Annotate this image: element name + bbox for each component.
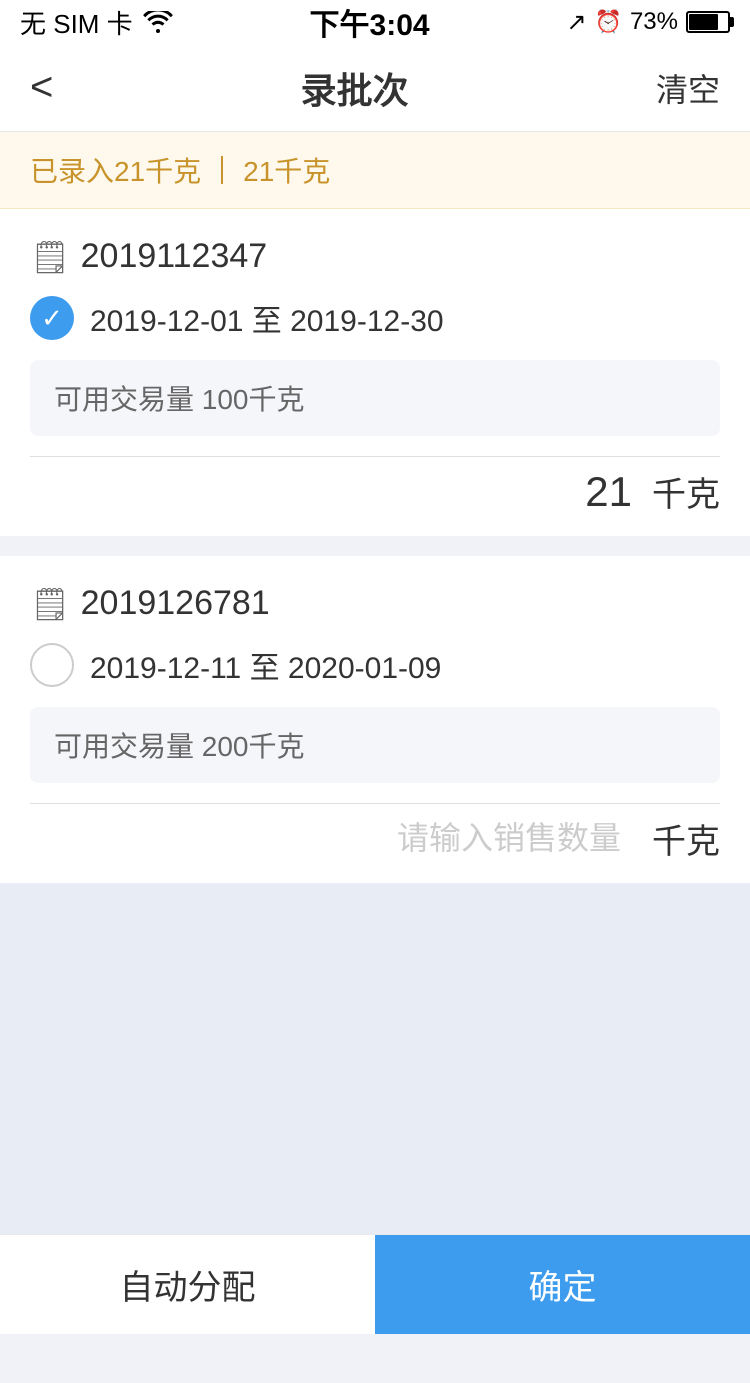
empty-area <box>0 883 750 1283</box>
wifi-icon <box>143 11 173 33</box>
batch-1-date-row[interactable]: ✓ 2019-12-01 至 2019-12-30 <box>0 286 750 350</box>
battery-percent: 73% <box>630 8 678 36</box>
batch-1-id: 2019112347 <box>81 237 268 276</box>
page-title: 录批次 <box>301 62 409 114</box>
location-icon: ↗ <box>566 8 586 37</box>
info-bar: 已录入21千克 21千克 <box>0 132 750 209</box>
batch-1-amount-row: 21 千克 <box>0 457 750 536</box>
batch-2-id: 2019126781 <box>81 584 270 623</box>
bottom-bar: 自动分配 确定 <box>0 1234 750 1334</box>
alarm-icon: ⏰ <box>595 9 622 35</box>
batch-2-input-row[interactable]: 千克 <box>0 804 750 883</box>
nav-bar: < 录批次 清空 <box>0 44 750 132</box>
batch-1-radio[interactable]: ✓ <box>30 296 74 340</box>
batch-2-header: 🗒 2019126781 <box>0 556 750 633</box>
status-right: ↗ ⏰ 73% <box>566 8 730 37</box>
batch-1-date: 2019-12-01 至 2019-12-30 <box>90 296 444 340</box>
status-left: 无 SIM 卡 <box>20 4 173 41</box>
batch-2-date-row[interactable]: 2019-12-11 至 2020-01-09 <box>0 633 750 697</box>
auto-distribute-button[interactable]: 自动分配 <box>0 1235 375 1334</box>
batch-card-1: 🗒 2019112347 ✓ 2019-12-01 至 2019-12-30 可… <box>0 209 750 536</box>
batch-2-radio[interactable] <box>30 643 74 687</box>
batch-2-date: 2019-12-11 至 2020-01-09 <box>90 643 441 687</box>
info-divider <box>221 156 223 184</box>
batch-1-availability: 可用交易量 100千克 <box>30 360 720 436</box>
batch-2-quantity-input[interactable] <box>30 820 636 857</box>
carrier-label: 无 SIM 卡 <box>20 4 133 41</box>
clear-button[interactable]: 清空 <box>656 65 720 111</box>
status-bar: 无 SIM 卡 下午3:04 ↗ ⏰ 73% <box>0 0 750 44</box>
confirm-button[interactable]: 确定 <box>375 1235 750 1334</box>
status-time: 下午3:04 <box>310 0 430 44</box>
batch-card-2: 🗒 2019126781 2019-12-11 至 2020-01-09 可用交… <box>0 556 750 883</box>
batch-1-unit: 千克 <box>652 467 720 516</box>
page-wrapper: 无 SIM 卡 下午3:04 ↗ ⏰ 73% < 录批次 清空 已录入21千克 … <box>0 0 750 1383</box>
batch-2-icon: 🗒 <box>30 585 71 623</box>
checkmark-icon: ✓ <box>41 303 63 334</box>
batch-1-amount: 21 <box>585 468 632 516</box>
batch-1-icon: 🗒 <box>30 238 71 276</box>
card-gap <box>0 536 750 556</box>
total-label: 21千克 <box>243 150 330 190</box>
battery-icon <box>686 11 730 33</box>
batch-2-availability: 可用交易量 200千克 <box>30 707 720 783</box>
batch-2-unit: 千克 <box>652 814 720 863</box>
batch-1-header: 🗒 2019112347 <box>0 209 750 286</box>
recorded-label: 已录入21千克 <box>30 150 201 190</box>
back-button[interactable]: < <box>30 65 53 110</box>
